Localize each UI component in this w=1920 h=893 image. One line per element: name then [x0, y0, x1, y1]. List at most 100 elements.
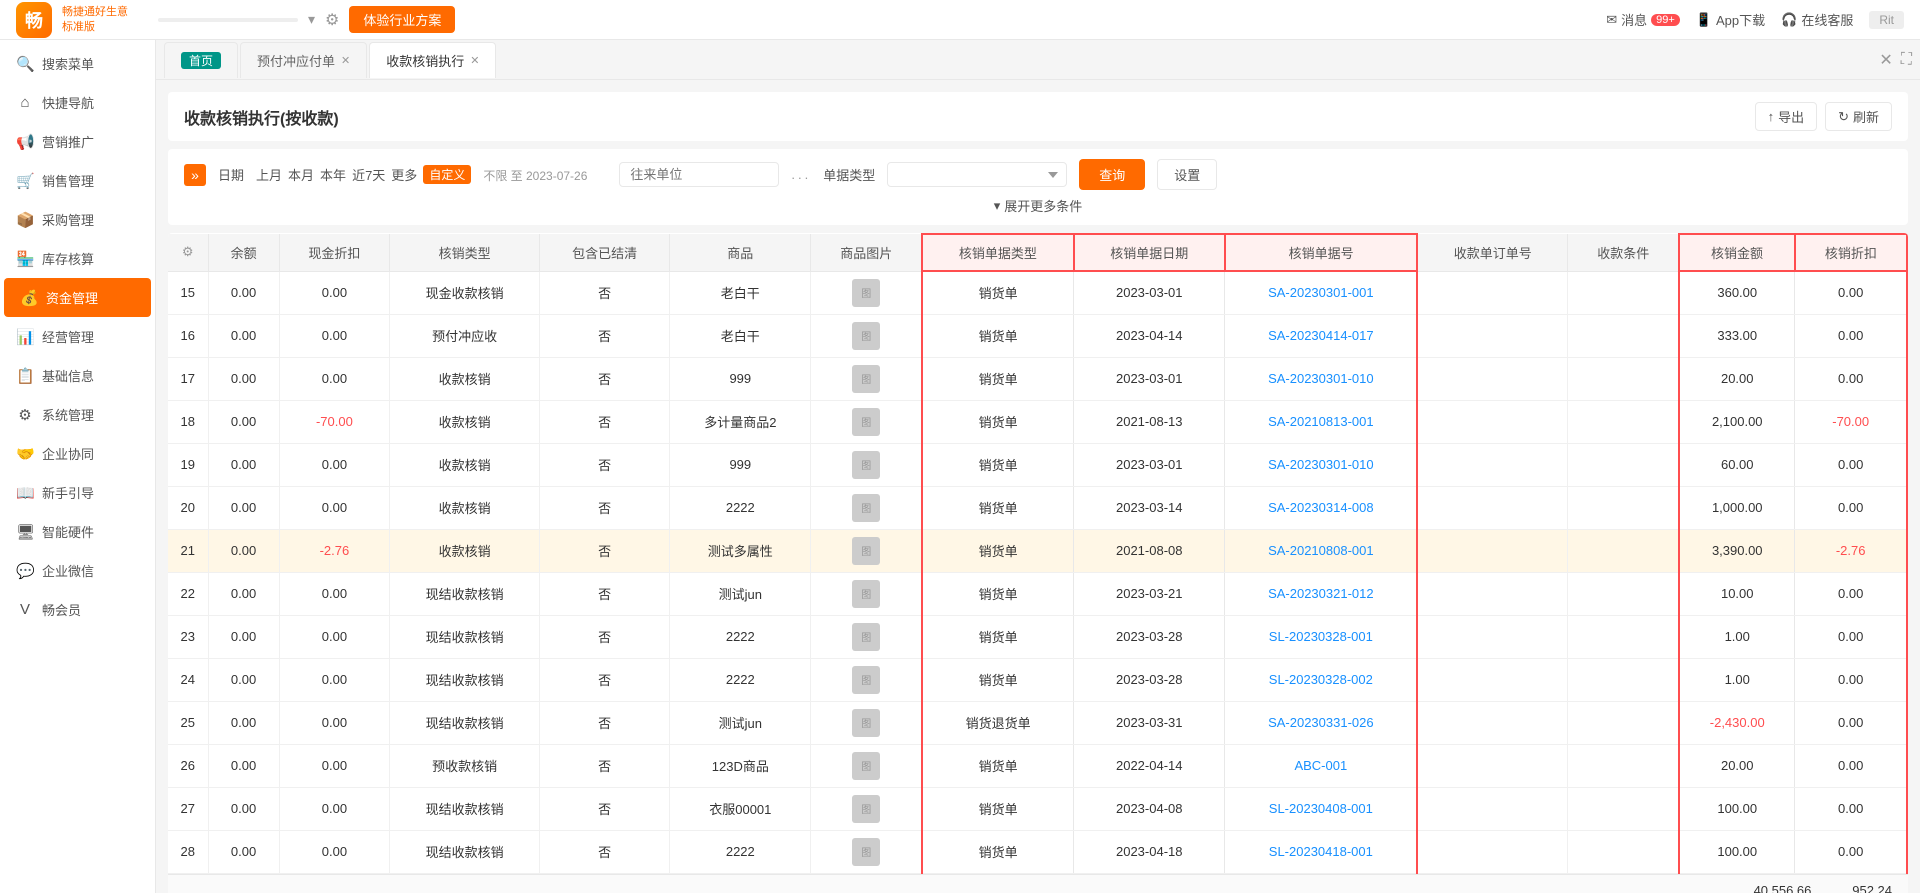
slip-type-select[interactable]: [887, 162, 1067, 187]
date-link-this-month[interactable]: 本月: [288, 165, 314, 184]
table-header-row: ⚙ 余额 现金折扣 核销类型 包含已结清 商品 商品图片 核销单据类型 核销单据…: [168, 234, 1907, 271]
td-slip-no: SL-20230328-001: [1225, 615, 1417, 658]
td-receipt-condition: [1568, 443, 1679, 486]
td-goods-image: 图: [811, 615, 922, 658]
slip-no-link[interactable]: SL-20230408-001: [1269, 801, 1373, 816]
sidebar-item-member[interactable]: V 畅会员: [0, 590, 155, 629]
td-balance: 0.00: [208, 486, 279, 529]
sidebar-item-operations[interactable]: 📊 经营管理: [0, 317, 155, 356]
date-link-this-year[interactable]: 本年: [320, 165, 346, 184]
td-id: 27: [168, 787, 208, 830]
cash-discount-value: 0.00: [322, 672, 347, 687]
table-scroll[interactable]: ⚙ 余额 现金折扣 核销类型 包含已结清 商品 商品图片 核销单据类型 核销单据…: [168, 233, 1908, 874]
tab-collection[interactable]: 收款核销执行 ✕: [369, 42, 496, 78]
online-service-area[interactable]: 🎧 在线客服: [1781, 10, 1853, 29]
writeoff-discount-value: 0.00: [1838, 586, 1863, 601]
partner-input[interactable]: [619, 162, 779, 187]
td-receipt-condition: [1568, 615, 1679, 658]
hardware-icon: 🖥: [16, 523, 34, 541]
operations-icon: 📊: [16, 328, 34, 346]
sidebar-item-inventory[interactable]: 🏪 库存核算: [0, 239, 155, 278]
notification-area[interactable]: ✉ 消息 99+: [1606, 10, 1680, 29]
slip-no-link[interactable]: SA-20230301-001: [1268, 285, 1374, 300]
slip-no-link[interactable]: SL-20230328-002: [1269, 672, 1373, 687]
slip-no-link[interactable]: SL-20230328-001: [1269, 629, 1373, 644]
tab-home[interactable]: 首页: [164, 42, 238, 78]
slip-no-link[interactable]: SA-20230331-026: [1268, 715, 1374, 730]
sidebar-item-funds[interactable]: 💰 资金管理: [4, 278, 151, 317]
export-button[interactable]: ↑ 导出: [1755, 102, 1818, 131]
top-bar-left: 畅 畅捷通好生意 标准版 ▾ ⚙ 体验行业方案: [16, 2, 455, 38]
td-writeoff-discount: 0.00: [1795, 357, 1907, 400]
query-button[interactable]: 查询: [1079, 159, 1145, 190]
sidebar-item-marketing[interactable]: 📢 营销推广: [0, 122, 155, 161]
message-icon: ✉: [1606, 12, 1617, 28]
sidebar-item-purchase[interactable]: 📦 采购管理: [0, 200, 155, 239]
refresh-button[interactable]: ↻ 刷新: [1825, 102, 1892, 131]
sales-icon: 🛒: [16, 172, 34, 190]
td-id: 21: [168, 529, 208, 572]
sidebar-item-wechat[interactable]: 💬 企业微信: [0, 551, 155, 590]
cash-discount-value: 0.00: [322, 285, 347, 300]
table-row: 22 0.00 0.00 现结收款核销 否 测试jun 图 销货单 2023-0…: [168, 572, 1907, 615]
filter-expand-button[interactable]: »: [184, 164, 206, 186]
expand-more-conditions[interactable]: ▾ 展开更多条件: [184, 196, 1892, 215]
slip-no-link[interactable]: SL-20230418-001: [1269, 844, 1373, 859]
slip-no-link[interactable]: SA-20230414-017: [1268, 328, 1374, 343]
date-link-7days[interactable]: 近7天: [352, 165, 385, 184]
sidebar-item-sales[interactable]: 🛒 销售管理: [0, 161, 155, 200]
th-receipt-order-no: 收款单订单号: [1417, 234, 1568, 271]
total-amount-label: 40,556,66...: [1754, 883, 1823, 893]
user-area[interactable]: Rit: [1869, 11, 1904, 29]
sidebar-item-enterprise[interactable]: 🤝 企业协同: [0, 434, 155, 473]
td-cash-discount: 0.00: [279, 271, 390, 314]
td-receipt-order-no: [1417, 701, 1568, 744]
td-goods-image: 图: [811, 744, 922, 787]
slip-no-link[interactable]: SA-20230314-008: [1268, 500, 1374, 515]
th-balance: 余额: [208, 234, 279, 271]
td-writeoff-type: 预付冲应收: [390, 314, 540, 357]
writeoff-discount-value: 0.00: [1838, 715, 1863, 730]
sidebar-item-shortcut[interactable]: ⌂ 快捷导航: [0, 83, 155, 122]
maximize-icon[interactable]: ⛶: [1901, 51, 1912, 69]
th-gear: ⚙: [168, 234, 208, 271]
slip-no-link[interactable]: SA-20210808-001: [1268, 543, 1374, 558]
gear-icon[interactable]: ⚙: [182, 244, 194, 259]
date-link-more[interactable]: 更多: [391, 165, 417, 184]
sidebar-item-guide[interactable]: 📖 新手引导: [0, 473, 155, 512]
settings-button[interactable]: 设置: [1157, 159, 1217, 190]
td-slip-type: 销货单: [922, 744, 1073, 787]
slip-no-link[interactable]: SA-20230321-012: [1268, 586, 1374, 601]
sidebar-item-basic[interactable]: 📋 基础信息: [0, 356, 155, 395]
date-link-custom[interactable]: 自定义: [423, 165, 471, 184]
slip-no-link[interactable]: SA-20210813-001: [1268, 414, 1374, 429]
td-writeoff-type: 现结收款核销: [390, 658, 540, 701]
td-writeoff-type: 收款核销: [390, 486, 540, 529]
td-id: 18: [168, 400, 208, 443]
td-balance: 0.00: [208, 314, 279, 357]
td-slip-date: 2023-03-14: [1074, 486, 1225, 529]
writeoff-discount-value: -2.76: [1836, 543, 1866, 558]
slip-no-link[interactable]: SA-20230301-010: [1268, 457, 1374, 472]
collection-tab-close[interactable]: ✕: [470, 54, 479, 67]
search-bar[interactable]: [158, 18, 298, 22]
settings-icon[interactable]: ⚙: [325, 10, 339, 30]
trial-btn[interactable]: 体验行业方案: [349, 6, 455, 33]
td-slip-date: 2023-03-31: [1074, 701, 1225, 744]
td-writeoff-discount: 0.00: [1795, 271, 1907, 314]
td-slip-no: SL-20230418-001: [1225, 830, 1417, 873]
td-slip-type: 销货单: [922, 658, 1073, 701]
sidebar-item-search[interactable]: 🔍 搜索菜单: [0, 44, 155, 83]
export-label: 导出: [1778, 107, 1804, 126]
sidebar-item-system[interactable]: ⚙ 系统管理: [0, 395, 155, 434]
slip-no-link[interactable]: ABC-001: [1294, 758, 1347, 773]
dropdown-icon[interactable]: ▾: [308, 11, 315, 28]
app-download-area[interactable]: 📱 App下载: [1696, 10, 1765, 29]
close-all-icon[interactable]: ✕: [1879, 50, 1892, 70]
sidebar-item-hardware[interactable]: 🖥 智能硬件: [0, 512, 155, 551]
date-link-last-month[interactable]: 上月: [256, 165, 282, 184]
slip-no-link[interactable]: SA-20230301-010: [1268, 371, 1374, 386]
td-receipt-condition: [1568, 658, 1679, 701]
tab-prepay[interactable]: 预付冲应付单 ✕: [240, 42, 367, 78]
prepay-tab-close[interactable]: ✕: [341, 54, 350, 67]
